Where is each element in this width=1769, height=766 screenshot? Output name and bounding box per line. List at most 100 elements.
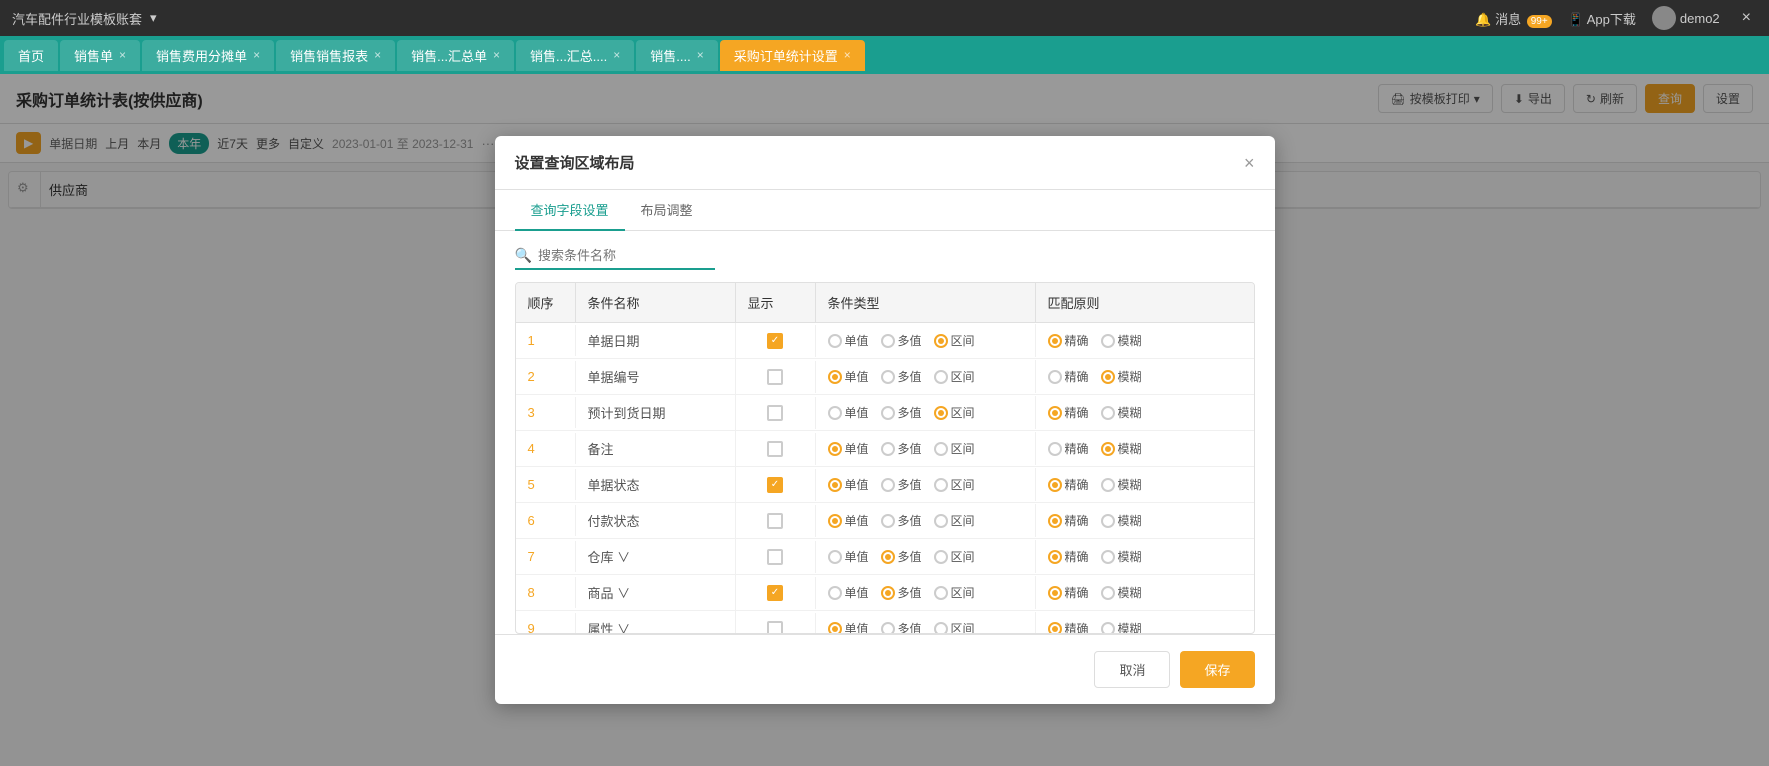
app-name-section: 汽车配件行业模板账套 ▾ [12, 9, 157, 28]
tab-query-fields[interactable]: 查询字段设置 [515, 190, 625, 231]
search-icon: 🔍 [515, 247, 532, 264]
row-1-name: 单据编号 [576, 359, 736, 394]
dialog-footer: 取消 保存 [495, 634, 1275, 704]
conditions-table: 顺序 条件名称 显示 条件类型 匹配原则 1单据日期单值多值区间精确模糊2单据编… [515, 282, 1255, 634]
row-3-name: 备注 [576, 431, 736, 466]
tab-home-label: 首页 [18, 46, 44, 65]
table-row: 9属性 ∨单值多值区间精确模糊 [516, 611, 1254, 633]
tab-layout-label: 布局调整 [641, 203, 693, 218]
th-order: 顺序 [516, 283, 576, 322]
top-bar-actions: 🔔 消息 99+ 📱 App下载 demo2 × [1475, 6, 1757, 30]
row-0-type-group: 单值多值区间 [816, 324, 1036, 357]
tab-sales-fee-label: 销售费用分摊单 [156, 46, 247, 65]
dialog-search-area: 🔍 [495, 231, 1275, 282]
tab-6-close[interactable]: × [697, 48, 704, 62]
table-row: 1单据日期单值多值区间精确模糊 [516, 323, 1254, 359]
row-6-type-group: 单值多值区间 [816, 540, 1036, 573]
dialog: 设置查询区域布局 × 查询字段设置 布局调整 🔍 [495, 136, 1275, 704]
table-row: 3预计到货日期单值多值区间精确模糊 [516, 395, 1254, 431]
row-5-type-group: 单值多值区间 [816, 504, 1036, 537]
tab-6[interactable]: 销售.... × [636, 40, 717, 71]
cancel-button[interactable]: 取消 [1094, 651, 1170, 688]
tab-bar: 首页 销售单 × 销售费用分摊单 × 销售销售报表 × 销售...汇总单 × 销… [0, 36, 1769, 74]
row-1-display-checkbox[interactable] [736, 361, 816, 393]
row-8-match-group: 精确模糊 [1036, 612, 1254, 633]
search-input[interactable] [538, 248, 698, 263]
tab-sales-close[interactable]: × [119, 48, 126, 62]
table-header: 顺序 条件名称 显示 条件类型 匹配原则 [516, 283, 1254, 323]
tab-sales-fee[interactable]: 销售费用分摊单 × [142, 40, 274, 71]
tab-5[interactable]: 销售...汇总.... × [516, 40, 634, 71]
row-2-match-group: 精确模糊 [1036, 396, 1254, 429]
notification-label: 消息 [1495, 12, 1521, 27]
tab-5-label: 销售...汇总.... [530, 46, 607, 65]
th-display: 显示 [736, 283, 816, 322]
tab-sales-stats-close[interactable]: × [374, 48, 381, 62]
row-3-order: 4 [516, 433, 576, 464]
row-3-display-checkbox[interactable] [736, 433, 816, 465]
row-3-type-group: 单值多值区间 [816, 432, 1036, 465]
th-name: 条件名称 [576, 283, 736, 322]
tab-sales-stats-label: 销售销售报表 [290, 46, 368, 65]
tab-purchase[interactable]: 采购订单统计设置 × [720, 40, 865, 71]
row-4-match-group: 精确模糊 [1036, 468, 1254, 501]
download-icon: 📱 [1568, 12, 1584, 27]
tab-sales-label: 销售单 [74, 46, 113, 65]
row-0-name: 单据日期 [576, 323, 736, 358]
table-body: 1单据日期单值多值区间精确模糊2单据编号单值多值区间精确模糊3预计到货日期单值多… [516, 323, 1254, 633]
top-bar: 汽车配件行业模板账套 ▾ 🔔 消息 99+ 📱 App下载 demo2 × [0, 0, 1769, 36]
dialog-header: 设置查询区域布局 × [495, 136, 1275, 190]
dropdown-arrow-icon: ▾ [150, 10, 157, 26]
row-7-match-group: 精确模糊 [1036, 576, 1254, 609]
notification-button[interactable]: 🔔 消息 99+ [1475, 9, 1551, 28]
row-5-match-group: 精确模糊 [1036, 504, 1254, 537]
table-row: 7仓库 ∨单值多值区间精确模糊 [516, 539, 1254, 575]
th-match: 匹配原则 [1036, 283, 1255, 322]
row-1-match-group: 精确模糊 [1036, 360, 1254, 393]
row-2-display-checkbox[interactable] [736, 397, 816, 429]
row-1-order: 2 [516, 361, 576, 392]
row-6-name: 仓库 ∨ [576, 539, 736, 574]
row-6-order: 7 [516, 541, 576, 572]
th-type: 条件类型 [816, 283, 1036, 322]
table-row: 5单据状态单值多值区间精确模糊 [516, 467, 1254, 503]
tab-purchase-label: 采购订单统计设置 [734, 46, 838, 65]
user-name: demo2 [1680, 11, 1720, 26]
tab-5-close[interactable]: × [613, 48, 620, 62]
tab-sales-fee-close[interactable]: × [253, 48, 260, 62]
tab-4[interactable]: 销售...汇总单 × [397, 40, 514, 71]
notification-badge: 99+ [1527, 15, 1552, 28]
row-6-display-checkbox[interactable] [736, 541, 816, 573]
dialog-tabs: 查询字段设置 布局调整 [495, 190, 1275, 231]
row-8-order: 9 [516, 613, 576, 633]
app-name: 汽车配件行业模板账套 [12, 9, 142, 28]
row-8-type-group: 单值多值区间 [816, 612, 1036, 633]
row-4-order: 5 [516, 469, 576, 500]
row-7-display-checkbox[interactable] [736, 577, 816, 609]
download-button[interactable]: 📱 App下载 [1568, 9, 1636, 28]
row-4-type-group: 单值多值区间 [816, 468, 1036, 501]
save-button[interactable]: 保存 [1180, 651, 1254, 688]
app-close-button[interactable]: × [1736, 7, 1757, 29]
row-0-display-checkbox[interactable] [736, 325, 816, 357]
row-1-type-group: 单值多值区间 [816, 360, 1036, 393]
tab-4-close[interactable]: × [493, 48, 500, 62]
tab-layout[interactable]: 布局调整 [625, 190, 709, 231]
user-avatar[interactable]: demo2 [1652, 6, 1720, 30]
row-5-display-checkbox[interactable] [736, 505, 816, 537]
tab-purchase-close[interactable]: × [844, 48, 851, 62]
tab-sales-stats[interactable]: 销售销售报表 × [276, 40, 395, 71]
table-row: 2单据编号 单值多值区间精确模糊 [516, 359, 1254, 395]
dialog-close-button[interactable]: × [1244, 154, 1255, 172]
dialog-title: 设置查询区域布局 [515, 152, 635, 173]
row-4-display-checkbox[interactable] [736, 469, 816, 501]
tab-sales[interactable]: 销售单 × [60, 40, 140, 71]
table-row: 4备注单值多值区间精确模糊 [516, 431, 1254, 467]
notification-icon: 🔔 [1475, 12, 1491, 27]
tab-home[interactable]: 首页 [4, 40, 58, 71]
row-2-order: 3 [516, 397, 576, 428]
tab-4-label: 销售...汇总单 [411, 46, 487, 65]
row-8-display-checkbox[interactable] [736, 613, 816, 634]
row-7-name: 商品 ∨ [576, 575, 736, 610]
search-box: 🔍 [515, 243, 715, 270]
